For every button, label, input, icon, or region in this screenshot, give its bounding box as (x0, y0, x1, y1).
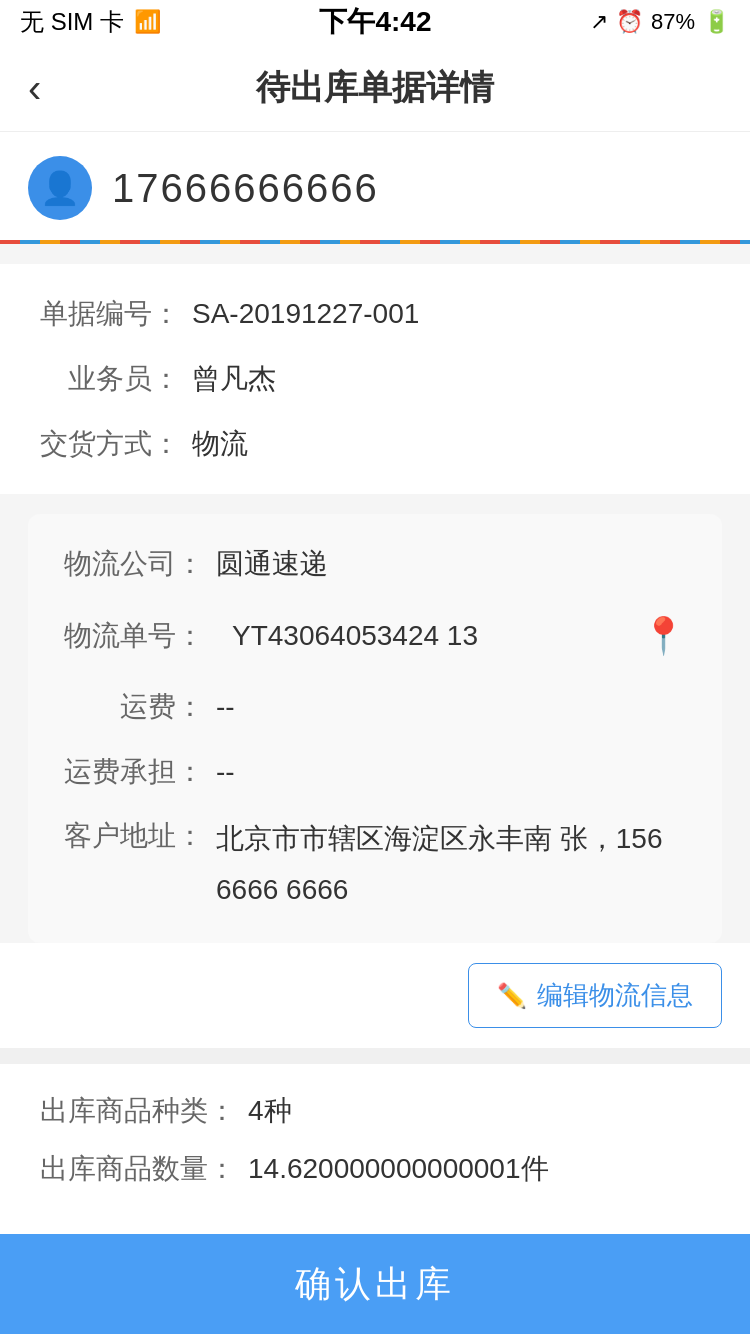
goods-type-row: 出库商品种类： 4种 (40, 1092, 710, 1130)
battery-icon: 🔋 (703, 9, 730, 35)
edit-logistics-row: ✏️ 编辑物流信息 (0, 943, 750, 1048)
freight-value: -- (204, 685, 686, 730)
confirm-bar[interactable]: 确认出库 (0, 1234, 750, 1334)
section-divider (0, 1048, 750, 1064)
logistics-card: 物流公司： 圆通速递 物流单号： YT43064053424 13 📍 运费： … (28, 514, 722, 943)
back-button[interactable]: ‹ (28, 68, 41, 108)
avatar-icon: 👤 (40, 169, 80, 207)
salesperson-row: 业务员： 曾凡杰 (40, 357, 710, 402)
tracking-label: 物流单号： (64, 614, 204, 659)
edit-icon: ✏️ (497, 982, 527, 1010)
goods-quantity-label: 出库商品数量： (40, 1150, 236, 1188)
freight-label: 运费： (64, 685, 204, 730)
goods-type-value: 4种 (236, 1092, 292, 1130)
salesperson-value: 曾凡杰 (180, 357, 710, 402)
doc-no-row: 单据编号： SA-20191227-001 (40, 292, 710, 337)
freight-bear-value: -- (204, 750, 686, 795)
status-time: 下午4:42 (319, 3, 431, 41)
confirm-button-text: 确认出库 (295, 1260, 455, 1309)
goods-section: 出库商品种类： 4种 出库商品数量： 14.620000000000001件 (0, 1064, 750, 1216)
salesperson-label: 业务员： (40, 357, 180, 402)
customer-phone: 17666666666 (112, 166, 379, 211)
goods-type-label: 出库商品种类： (40, 1092, 236, 1130)
logistics-company-label: 物流公司： (64, 542, 204, 587)
delivery-value: 物流 (180, 422, 710, 467)
battery-text: 87% (651, 9, 695, 35)
doc-no-value: SA-20191227-001 (180, 292, 710, 337)
tracking-location-icon[interactable]: 📍 (641, 607, 686, 665)
address-row: 客户地址： 北京市市辖区海淀区永丰南 张，156 6666 6666 (64, 814, 686, 915)
freight-row: 运费： -- (64, 685, 686, 730)
tracking-value: YT43064053424 13 (220, 614, 613, 659)
logistics-company-row: 物流公司： 圆通速递 (64, 542, 686, 587)
status-bar: 无 SIM 卡 📶 下午4:42 ↗ ⏰ 87% 🔋 (0, 0, 750, 44)
goods-quantity-value: 14.620000000000001件 (236, 1150, 549, 1188)
edit-logistics-label: 编辑物流信息 (537, 978, 693, 1013)
delivery-label: 交货方式： (40, 422, 180, 467)
address-value: 北京市市辖区海淀区永丰南 张，156 6666 6666 (204, 814, 686, 915)
logistics-company-value: 圆通速递 (204, 542, 686, 587)
carrier-text: 无 SIM 卡 (20, 6, 124, 38)
avatar: 👤 (28, 156, 92, 220)
wifi-icon: 📶 (134, 9, 161, 35)
status-left: 无 SIM 卡 📶 (20, 6, 161, 38)
edit-logistics-button[interactable]: ✏️ 编辑物流信息 (468, 963, 722, 1028)
delivery-row: 交货方式： 物流 (40, 422, 710, 467)
tracking-row: 物流单号： YT43064053424 13 📍 (64, 607, 686, 665)
goods-quantity-row: 出库商品数量： 14.620000000000001件 (40, 1150, 710, 1188)
nav-bar: ‹ 待出库单据详情 (0, 44, 750, 132)
page-title: 待出库单据详情 (256, 65, 494, 111)
doc-no-label: 单据编号： (40, 292, 180, 337)
basic-info-section: 单据编号： SA-20191227-001 业务员： 曾凡杰 交货方式： 物流 (0, 264, 750, 494)
address-label: 客户地址： (64, 814, 204, 859)
freight-bear-label: 运费承担： (64, 750, 204, 795)
freight-bear-row: 运费承担： -- (64, 750, 686, 795)
alarm-icon: ⏰ (616, 9, 643, 35)
status-right: ↗ ⏰ 87% 🔋 (590, 9, 730, 35)
customer-header: 👤 17666666666 (0, 132, 750, 244)
location-status-icon: ↗ (590, 9, 608, 35)
